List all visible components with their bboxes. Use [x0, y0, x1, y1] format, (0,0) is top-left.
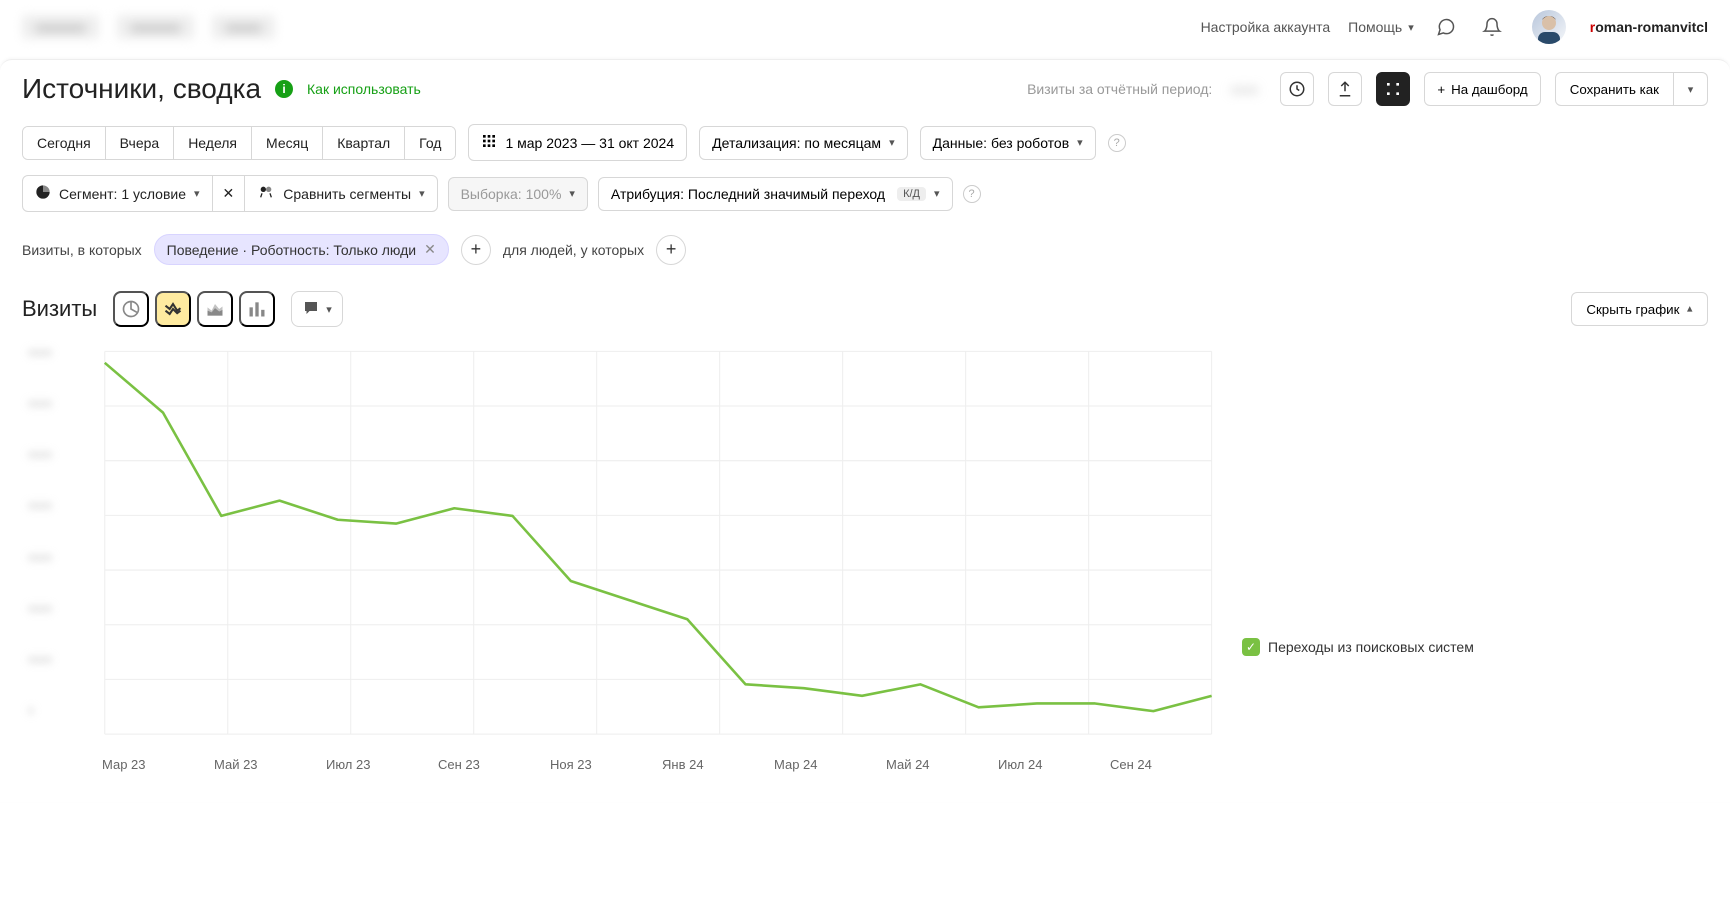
add-to-dashboard-button[interactable]: + На дашборд	[1424, 72, 1540, 106]
add-people-filter-button[interactable]: +	[656, 235, 686, 265]
period-year[interactable]: Год	[405, 127, 455, 159]
hide-chart-label: Скрыть график	[1586, 302, 1679, 317]
page-title: Источники, сводка	[22, 73, 261, 105]
chevron-down-icon: ▾	[569, 187, 575, 200]
history-icon-button[interactable]	[1280, 72, 1314, 106]
attribution-dropdown[interactable]: Атрибуция: Последний значимый переход К/…	[598, 177, 953, 211]
chart-type-area[interactable]	[197, 291, 233, 327]
chevron-down-icon: ▾	[1408, 21, 1414, 34]
export-icon-button[interactable]	[1328, 72, 1362, 106]
close-icon[interactable]: ✕	[424, 241, 436, 258]
segment-toolbar: Сегмент: 1 условие ▾ ✕ Сравнить сегменты…	[22, 175, 1708, 212]
chevron-down-icon: ▾	[934, 187, 940, 200]
visits-period-label: Визиты за отчётный период:	[1027, 81, 1212, 97]
filter-mid: для людей, у которых	[503, 242, 644, 258]
chart-title: Визиты	[22, 296, 97, 322]
account-settings-link[interactable]: Настройка аккаунта	[1201, 19, 1331, 35]
hide-chart-button[interactable]: Скрыть график ▾	[1571, 292, 1708, 326]
chart-type-bar[interactable]	[239, 291, 275, 327]
period-quarter[interactable]: Квартал	[323, 127, 405, 159]
period-today[interactable]: Сегодня	[23, 127, 106, 159]
detail-dropdown[interactable]: Детализация: по месяцам ▾	[699, 126, 907, 160]
title-row: Источники, сводка i Как использовать Виз…	[22, 72, 1708, 106]
filter-chip-label: Поведение · Роботность: Только люди	[167, 242, 416, 258]
chart-type-pie[interactable]	[113, 291, 149, 327]
date-range-picker[interactable]: 1 мар 2023 — 31 окт 2024	[468, 124, 687, 161]
help-label: Помощь	[1348, 19, 1402, 35]
attribution-badge: К/Д	[897, 187, 926, 201]
chat-icon[interactable]	[1432, 13, 1460, 41]
visits-period-value: xxxx	[1230, 81, 1258, 97]
presentation-icon-button[interactable]	[1376, 72, 1410, 106]
chart-area: xxxxxxxxxxxxxxxxxxxxxxxxxxxxx Мар 23Май …	[22, 341, 1222, 772]
attribution-label: Атрибуция: Последний значимый переход	[611, 186, 885, 202]
period-week[interactable]: Неделя	[174, 127, 252, 159]
save-as-split-button: Сохранить как ▾	[1555, 72, 1708, 106]
chevron-down-icon: ▾	[326, 303, 332, 316]
segment-compare-group: Сегмент: 1 условие ▾ ✕ Сравнить сегменты…	[22, 175, 438, 212]
comment-icon	[302, 299, 320, 320]
chevron-up-icon: ▾	[1687, 303, 1693, 316]
sample-dropdown[interactable]: Выборка: 100% ▾	[448, 177, 588, 211]
filter-prefix: Визиты, в которых	[22, 242, 142, 258]
save-as-dropdown[interactable]: ▾	[1674, 72, 1708, 106]
chevron-down-icon: ▾	[194, 187, 200, 200]
segment-clear-button[interactable]: ✕	[213, 185, 245, 202]
filter-chip-robotness[interactable]: Поведение · Роботность: Только люди ✕	[154, 234, 449, 265]
period-yesterday[interactable]: Вчера	[106, 127, 175, 159]
bell-icon[interactable]	[1478, 13, 1506, 41]
add-visit-filter-button[interactable]: +	[461, 235, 491, 265]
chart-header: Визиты ▾ Скрыть график ▾	[22, 291, 1708, 327]
topbar-blurred-crumbs: xxxxxxxxxxxxxxxxxxx	[22, 15, 275, 39]
segment-label: Сегмент: 1 условие	[59, 186, 186, 202]
data-filter-dropdown[interactable]: Данные: без роботов ▾	[920, 126, 1096, 160]
period-toolbar: Сегодня Вчера Неделя Месяц Квартал Год 1…	[22, 124, 1708, 161]
chart-legend: ✓ Переходы из поисковых систем	[1242, 521, 1502, 772]
detail-label: Детализация: по месяцам	[712, 135, 881, 151]
calendar-icon	[481, 133, 497, 152]
compare-icon	[257, 184, 275, 203]
period-preset-group: Сегодня Вчера Неделя Месяц Квартал Год	[22, 126, 456, 160]
username-rest: oman-romanvitcl	[1595, 19, 1708, 35]
period-month[interactable]: Месяц	[252, 127, 323, 159]
save-as-button[interactable]: Сохранить как	[1555, 72, 1674, 106]
segment-dropdown[interactable]: Сегмент: 1 условие ▾	[23, 176, 212, 211]
add-to-dashboard-label: На дашборд	[1451, 82, 1528, 97]
help-icon[interactable]: ?	[963, 185, 981, 203]
username[interactable]: roman-romanvitcl	[1590, 19, 1708, 35]
chevron-down-icon: ▾	[1077, 136, 1083, 149]
compare-label: Сравнить сегменты	[283, 186, 411, 202]
chevron-down-icon: ▾	[1688, 83, 1694, 96]
chart-svg	[22, 341, 1222, 765]
chart-type-line[interactable]	[155, 291, 191, 327]
help-dropdown[interactable]: Помощь ▾	[1348, 19, 1414, 35]
sample-label: Выборка: 100%	[461, 186, 562, 202]
help-icon[interactable]: ?	[1108, 134, 1126, 152]
chevron-down-icon: ▾	[889, 136, 895, 149]
filter-row: Визиты, в которых Поведение · Роботность…	[22, 234, 1708, 265]
chart-plot: xxxxxxxxxxxxxxxxxxxxxxxxxxxxx	[22, 341, 1222, 751]
chart-area-wrap: xxxxxxxxxxxxxxxxxxxxxxxxxxxxx Мар 23Май …	[22, 341, 1708, 772]
pie-icon	[35, 184, 51, 203]
how-to-link[interactable]: Как использовать	[307, 81, 421, 97]
chevron-down-icon: ▾	[419, 187, 425, 200]
legend-label: Переходы из поисковых систем	[1268, 639, 1474, 655]
page: Источники, сводка i Как использовать Виз…	[0, 59, 1730, 802]
legend-checkbox[interactable]: ✓	[1242, 638, 1260, 656]
data-filter-label: Данные: без роботов	[933, 135, 1070, 151]
plus-icon: +	[1437, 82, 1445, 97]
compare-segments-dropdown[interactable]: Сравнить сегменты ▾	[245, 176, 436, 211]
avatar[interactable]	[1532, 10, 1566, 44]
goal-dropdown[interactable]: ▾	[291, 291, 343, 327]
date-range-label: 1 мар 2023 — 31 окт 2024	[505, 135, 674, 151]
info-icon: i	[275, 80, 293, 98]
topbar: xxxxxxxxxxxxxxxxxxx Настройка аккаунта П…	[0, 0, 1730, 55]
chart-type-group	[113, 291, 275, 327]
